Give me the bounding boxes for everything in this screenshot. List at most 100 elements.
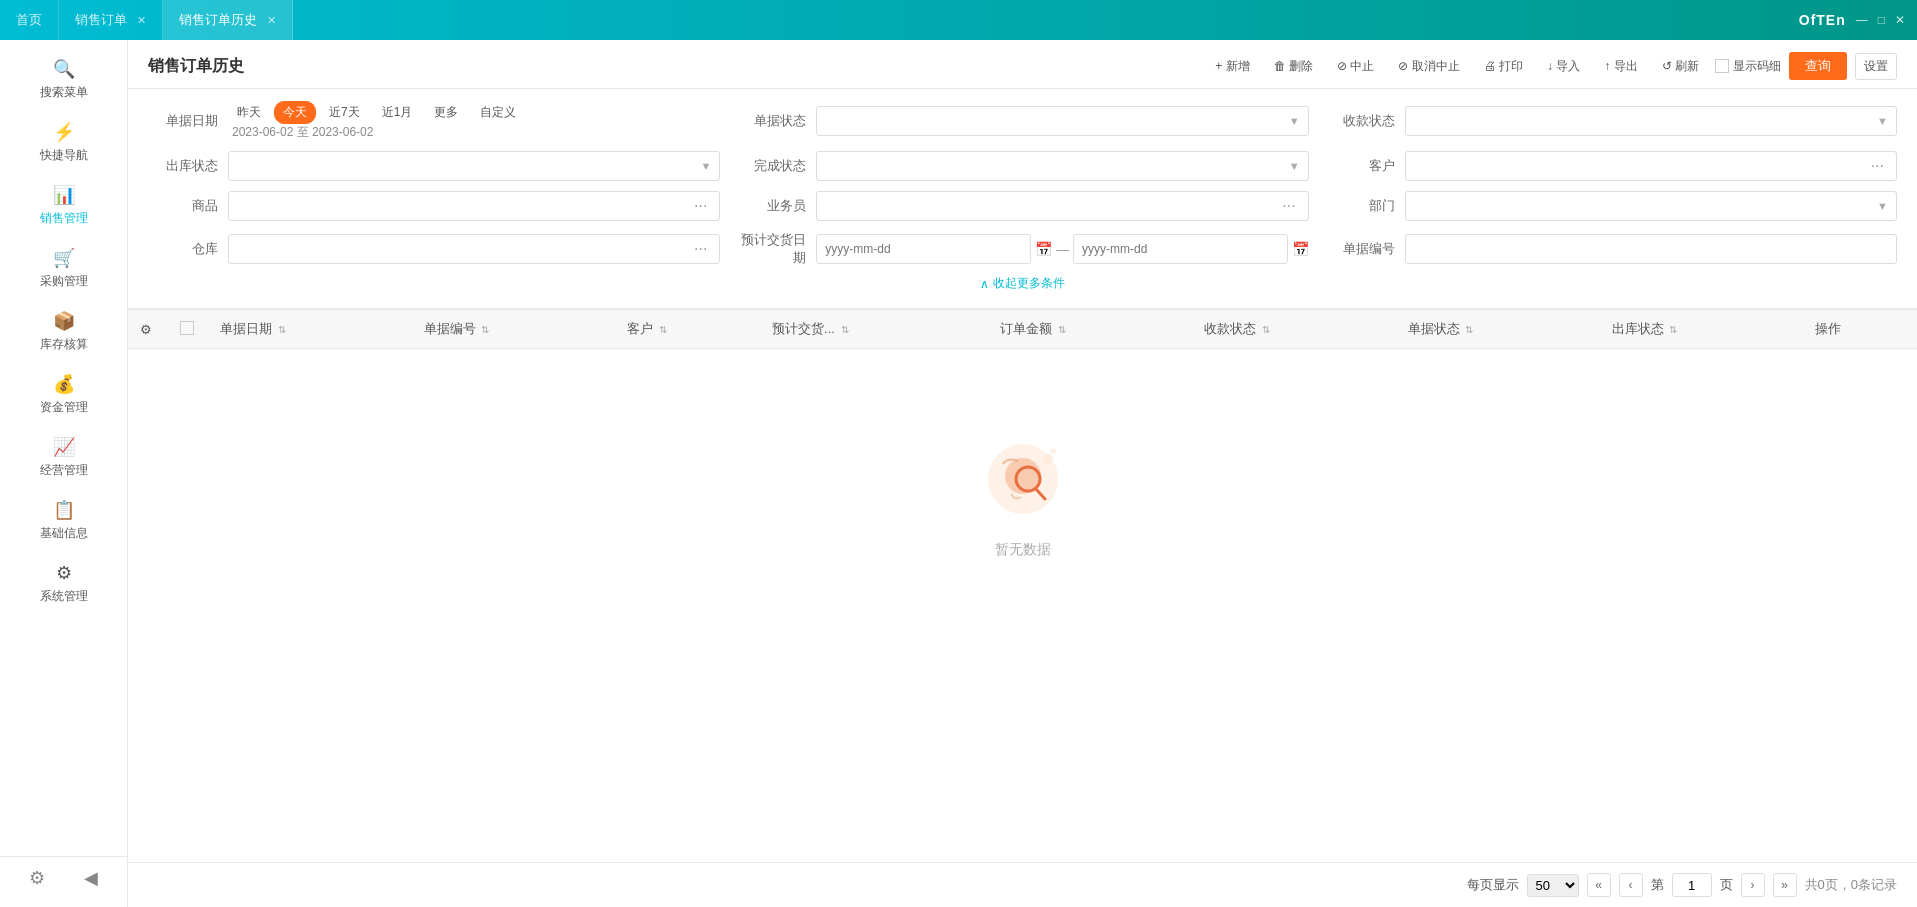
dept-label: 部门	[1325, 197, 1405, 215]
date-btn-1month[interactable]: 近1月	[373, 101, 422, 124]
th-bill-status[interactable]: 单据状态 ⇅	[1396, 310, 1600, 349]
delivery-date-end[interactable]	[1073, 234, 1288, 264]
tab-sales-order[interactable]: 销售订单 ✕	[59, 0, 163, 40]
th-checkbox[interactable]	[168, 310, 208, 349]
filter-row-2: 出库状态 ▼ 完成状态 ▼ 客户 ···	[148, 151, 1897, 181]
th-delivery[interactable]: 预计交货... ⇅	[760, 310, 988, 349]
date-btn-7days[interactable]: 近7天	[320, 101, 369, 124]
close-btn[interactable]: ✕	[1895, 13, 1905, 27]
delivery-date-end-calendar[interactable]: 📅	[1292, 241, 1309, 257]
sidebar-item-finance-label: 资金管理	[40, 399, 88, 416]
th-date[interactable]: 单据日期 ⇅	[208, 310, 412, 349]
sort-no-icon: ⇅	[481, 324, 489, 335]
payment-status-arrow: ▼	[1877, 115, 1888, 127]
new-button[interactable]: + 新增	[1207, 54, 1257, 79]
main-layout: 🔍 搜索菜单 ⚡ 快捷导航 📊 销售管理 🛒 采购管理 📦 库存核算 💰 资金管…	[0, 40, 1917, 907]
th-customer[interactable]: 客户 ⇅	[615, 310, 760, 349]
filter-salesperson: 业务员 ···	[736, 191, 1308, 221]
tab-sales-history-close[interactable]: ✕	[267, 14, 276, 27]
th-amount-label: 订单金额	[1000, 321, 1052, 336]
sidebar-item-purchase[interactable]: 🛒 采购管理	[0, 237, 127, 300]
page-size-label: 每页显示	[1467, 876, 1519, 894]
th-payment-status[interactable]: 收款状态 ⇅	[1192, 310, 1396, 349]
collapse-sidebar-icon[interactable]: ◀	[84, 867, 98, 889]
sidebar-item-operations[interactable]: 📈 经营管理	[0, 426, 127, 489]
content-area: 销售订单历史 + 新增 🗑 删除 ⊘ 中止 ⊘ 取消中止 🖨 打印 ↓ 导入 ↑…	[128, 40, 1917, 907]
warehouse-dots[interactable]: ···	[690, 240, 711, 258]
print-button[interactable]: 🖨 打印	[1476, 54, 1531, 79]
sidebar-item-inventory[interactable]: 📦 库存核算	[0, 300, 127, 363]
th-payment-status-label: 收款状态	[1204, 321, 1256, 336]
sidebar-item-operations-label: 经营管理	[40, 462, 88, 479]
payment-status-select[interactable]: ▼	[1405, 106, 1897, 136]
page-size-select[interactable]: 50 20 100	[1527, 874, 1579, 897]
inventory-icon: 📦	[53, 310, 75, 332]
th-delivery-label: 预计交货...	[772, 321, 835, 336]
salesperson-select[interactable]: ···	[816, 191, 1308, 221]
display-cols-toggle[interactable]: 显示码细	[1715, 58, 1781, 75]
settings-bottom-icon[interactable]: ⚙	[29, 867, 45, 889]
import-button[interactable]: ↓ 导入	[1539, 54, 1588, 79]
refresh-button[interactable]: ↺ 刷新	[1654, 54, 1707, 79]
date-btn-custom[interactable]: 自定义	[471, 101, 525, 124]
sort-amount-icon: ⇅	[1058, 324, 1066, 335]
bill-status-select[interactable]: ▼	[816, 106, 1308, 136]
th-settings[interactable]: ⚙	[128, 310, 168, 349]
filter-row-1: 单据日期 昨天 今天 近7天 近1月 更多 自定义 2023-06-02 至 2…	[148, 101, 1897, 141]
complete-status-select[interactable]: ▼	[816, 151, 1308, 181]
tab-home[interactable]: 首页	[0, 0, 59, 40]
select-all-checkbox[interactable]	[180, 321, 194, 335]
sidebar-item-basic-info-label: 基础信息	[40, 525, 88, 542]
sidebar-item-system-label: 系统管理	[40, 588, 88, 605]
th-delivery-status[interactable]: 出库状态 ⇅	[1600, 310, 1804, 349]
sidebar-item-sales[interactable]: 📊 销售管理	[0, 174, 127, 237]
sidebar-item-purchase-label: 采购管理	[40, 273, 88, 290]
tab-sales-order-close[interactable]: ✕	[137, 14, 146, 27]
warehouse-select[interactable]: ···	[228, 234, 720, 264]
last-page-btn[interactable]: »	[1773, 873, 1797, 897]
date-btn-yesterday[interactable]: 昨天	[228, 101, 270, 124]
cancel-stop-button[interactable]: ⊘ 取消中止	[1390, 54, 1467, 79]
delivery-date-start[interactable]	[816, 234, 1031, 264]
collapse-filter-row[interactable]: ∧ 收起更多条件	[148, 271, 1897, 296]
customer-select[interactable]: ···	[1405, 151, 1897, 181]
date-label: 单据日期	[148, 112, 228, 130]
svg-point-5	[1050, 448, 1056, 454]
page-label: 第	[1651, 876, 1664, 894]
sidebar-item-system[interactable]: ⚙ 系统管理	[0, 552, 127, 615]
dept-select[interactable]: ▼	[1405, 191, 1897, 221]
page-number-input[interactable]	[1672, 873, 1712, 897]
minimize-btn[interactable]: —	[1856, 13, 1868, 27]
delivery-date-start-calendar[interactable]: 📅	[1035, 241, 1052, 257]
th-no[interactable]: 单据编号 ⇅	[412, 310, 616, 349]
th-action-label: 操作	[1815, 321, 1841, 336]
delivery-status-select[interactable]: ▼	[228, 151, 720, 181]
date-btn-today[interactable]: 今天	[274, 101, 316, 124]
sort-bill-icon: ⇅	[1465, 324, 1473, 335]
sort-date-icon: ⇅	[278, 324, 286, 335]
prev-page-btn[interactable]: ‹	[1619, 873, 1643, 897]
salesperson-dots[interactable]: ···	[1278, 197, 1299, 215]
sidebar-item-finance[interactable]: 💰 资金管理	[0, 363, 127, 426]
sidebar-item-quick-nav[interactable]: ⚡ 快捷导航	[0, 111, 127, 174]
maximize-btn[interactable]: □	[1878, 13, 1885, 27]
goods-select[interactable]: ···	[228, 191, 720, 221]
first-page-btn[interactable]: «	[1587, 873, 1611, 897]
th-amount[interactable]: 订单金额 ⇅	[988, 310, 1192, 349]
bill-no-input[interactable]	[1405, 234, 1897, 264]
query-button[interactable]: 查询	[1789, 52, 1847, 80]
delete-button[interactable]: 🗑 删除	[1266, 54, 1321, 79]
date-range-display: 2023-06-02 至 2023-06-02	[232, 124, 720, 141]
display-cols-checkbox[interactable]	[1715, 59, 1729, 73]
sidebar-item-search[interactable]: 🔍 搜索菜单	[0, 48, 127, 111]
export-button[interactable]: ↑ 导出	[1596, 54, 1645, 79]
customer-dots[interactable]: ···	[1867, 157, 1888, 175]
goods-dots[interactable]: ···	[690, 197, 711, 215]
sidebar-item-basic-info[interactable]: 📋 基础信息	[0, 489, 127, 552]
sidebar-item-inventory-label: 库存核算	[40, 336, 88, 353]
date-btn-more[interactable]: 更多	[425, 101, 467, 124]
stop-button[interactable]: ⊘ 中止	[1329, 54, 1382, 79]
next-page-btn[interactable]: ›	[1741, 873, 1765, 897]
settings-button[interactable]: 设置	[1855, 53, 1897, 80]
tab-sales-history[interactable]: 销售订单历史 ✕	[163, 0, 293, 40]
